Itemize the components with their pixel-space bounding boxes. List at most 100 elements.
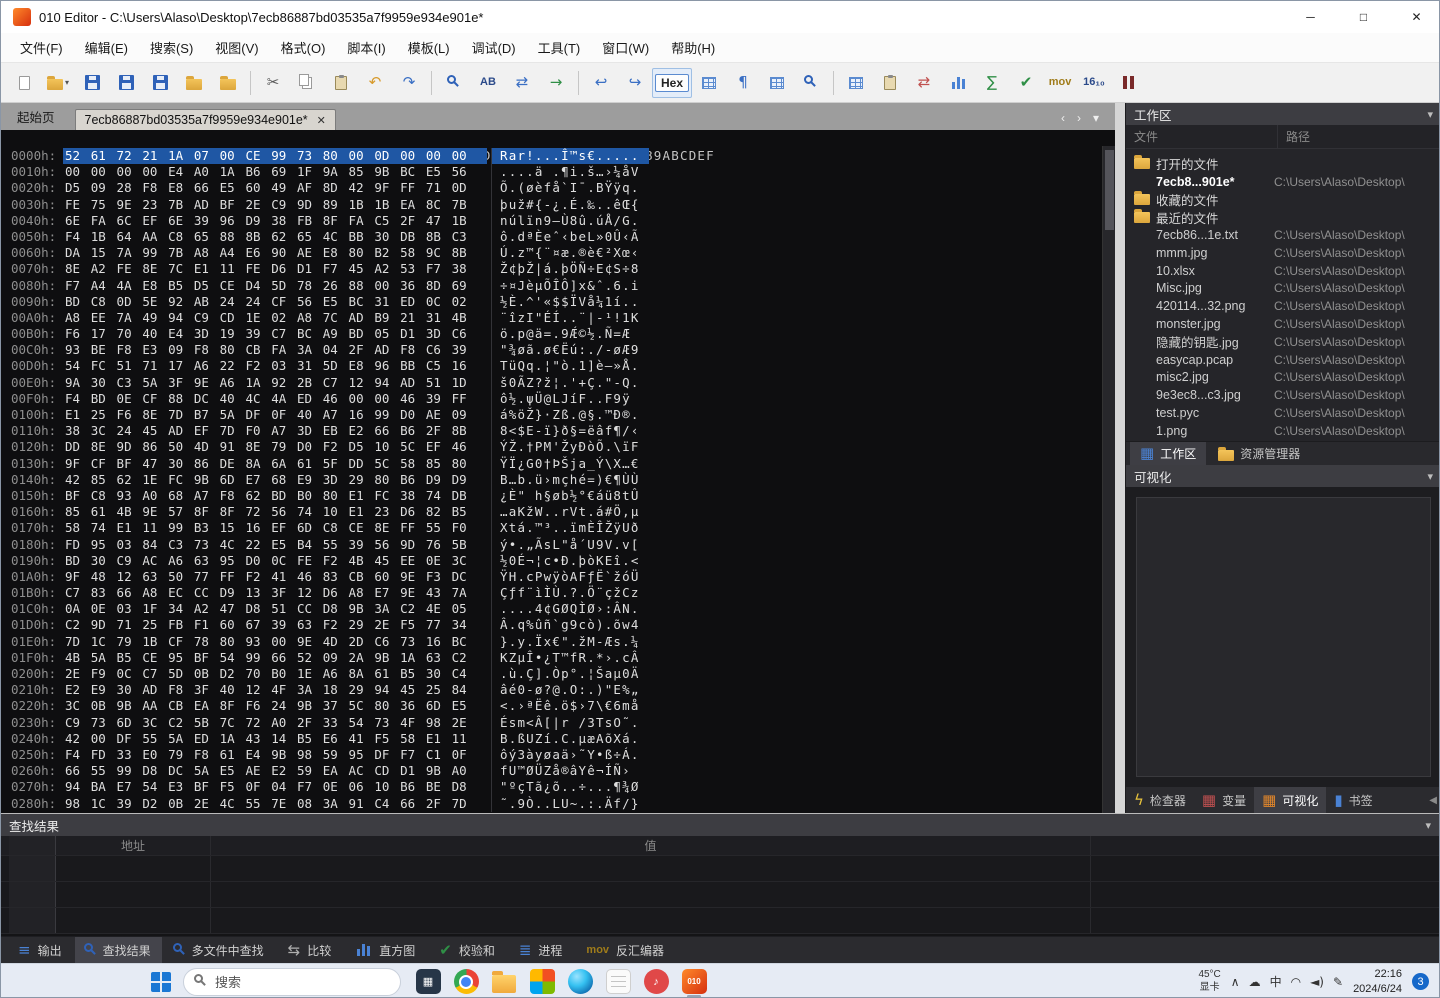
hex-bytes[interactable]: C2 9D 71 25 FB F1 60 67 39 63 F2 29 2E F… — [63, 617, 487, 633]
hidden-icons-chevron[interactable]: ∧ — [1231, 975, 1240, 989]
notification-badge[interactable]: 3 — [1412, 973, 1429, 990]
workspace-file-filter[interactable]: 文件 — [1126, 125, 1278, 148]
hex-ascii[interactable]: âé0-ø?@.O:.)"E%„ — [491, 682, 649, 699]
pause-icon[interactable] — [1111, 68, 1145, 98]
hex-mode-button[interactable]: Hex — [652, 67, 693, 98]
hex-ascii[interactable]: ˜.9Ò..LU~.:.Äf/} — [491, 795, 649, 812]
taskbar-010editor-icon[interactable]: 010 — [679, 965, 709, 998]
tab-find-results[interactable]: 查找结果 — [74, 937, 162, 963]
hex-bytes[interactable]: 85 61 4B 9E 57 8F 8F 72 56 74 10 E1 23 D… — [63, 504, 487, 520]
hex-ascii[interactable]: ....4¢GØQÌØ›:ÂN. — [491, 601, 649, 618]
hex-bytes[interactable]: BD 30 C9 AC A6 63 95 D0 0C FE F2 4B 45 E… — [63, 553, 487, 569]
hex-ascii[interactable]: <.›ªËê.ö$›7\€6må — [491, 698, 649, 715]
tab-compare[interactable]: ⇆ 比较 — [277, 937, 343, 963]
menu-script[interactable]: 脚本(I) — [336, 38, 396, 57]
validate-icon[interactable]: ✔ — [1009, 68, 1043, 98]
tab-nav-next[interactable]: › — [1077, 111, 1081, 125]
menu-format[interactable]: 格式(O) — [270, 38, 337, 57]
workspace-section[interactable]: 收藏的文件 — [1126, 190, 1439, 209]
hex-bytes[interactable]: FD 95 03 84 C3 73 4C 22 E5 B4 55 39 56 9… — [63, 537, 487, 553]
workspace-section[interactable]: 最近的文件 — [1126, 208, 1439, 226]
hex-ascii[interactable]: Â.q%ûñ`g9cò).õw4 — [491, 617, 649, 634]
hex-bytes[interactable]: BD C8 0D 5E 92 AB 24 24 CF 56 E5 BC 31 E… — [63, 294, 487, 310]
hex-bytes[interactable]: F6 17 70 40 E4 3D 19 39 C7 BC A9 BD 05 D… — [63, 326, 487, 342]
hex-ascii[interactable]: ¿È" h§øb½°€áü8tÛ — [491, 487, 649, 505]
hex-ascii[interactable]: Xtá.™³..ïmÈÎŽÿUð — [491, 520, 649, 537]
import-file-icon[interactable] — [177, 68, 211, 98]
hex-bytes[interactable]: 8E A2 FE 8E 7C E1 11 FE D6 D1 F7 45 A2 5… — [63, 261, 487, 277]
tab-process[interactable]: ≣ 进程 — [508, 937, 574, 963]
hex-bytes[interactable]: 66 55 99 D8 DC 5A E5 AE E2 59 EA AC CD D… — [63, 763, 487, 779]
disassembly-button[interactable]: mov — [1043, 68, 1077, 98]
panel-splitter[interactable] — [1115, 103, 1125, 813]
hex-bytes[interactable]: F4 1B 64 AA C8 65 88 8B 62 65 4C BB 30 D… — [63, 229, 487, 245]
menu-file[interactable]: 文件(F) — [9, 38, 74, 57]
hex-ascii[interactable]: Çƒf¨ìÌÙ.?.Ö¨çžCz — [491, 585, 649, 602]
hex-bytes[interactable]: C7 83 66 A8 EC CC D9 13 3F 12 D6 A8 E7 9… — [63, 585, 487, 601]
hex-ascii[interactable]: "ºçTã¿õ..÷...¶¾Ø — [491, 779, 649, 796]
hex-bytes[interactable]: F4 FD 33 E0 79 F8 61 E4 9B 98 59 95 DF F… — [63, 747, 487, 763]
find-icon[interactable] — [437, 68, 471, 98]
chevron-down-icon[interactable]: ▾ — [1425, 819, 1431, 832]
clipboard-data-icon[interactable] — [873, 68, 907, 98]
redo-icon[interactable]: ↷ — [392, 68, 426, 98]
hex-ascii[interactable]: ŸÏ¿G0†ÞŠja_Ý\X…€ — [491, 455, 649, 472]
taskbar-notepad-icon[interactable] — [603, 965, 633, 998]
hex-ascii[interactable]: ôý3àyøaä›˜Y•ß÷Á. — [491, 746, 649, 764]
tab-nav-prev[interactable]: ‹ — [1061, 111, 1065, 125]
hex-bytes[interactable]: DD 8E 9D 86 50 4D 91 8E 79 D0 F2 D5 10 5… — [63, 439, 487, 455]
tab-bookmarks[interactable]: ▮ 书签 — [1326, 787, 1380, 813]
menu-search[interactable]: 搜索(S) — [139, 38, 204, 57]
hex-bytes[interactable]: 98 1C 39 D2 0B 2E 4C 55 7E 08 3A 91 C4 6… — [63, 796, 487, 812]
hex-ascii[interactable]: Ž¢þŽ|á.þÖÑ÷E¢S÷8 — [491, 261, 649, 278]
hex-ascii[interactable]: }.y.Ïx€".žM-Æs.¼ — [491, 633, 649, 650]
histogram-icon[interactable] — [941, 68, 975, 98]
taskbar-edge-icon[interactable] — [565, 965, 595, 998]
tab-output[interactable]: ≡ 输出 — [7, 937, 73, 963]
workspace-file-row[interactable]: Misc.jpg C:\Users\Alaso\Desktop\ — [1126, 280, 1439, 298]
hex-bytes[interactable]: 38 3C 24 45 AD EF 7D F0 A7 3D EB E2 66 B… — [63, 423, 487, 439]
save-all-icon[interactable] — [143, 68, 177, 98]
hex-bytes[interactable]: 6E FA 6C EF 6E 39 96 D9 38 FB 8F FA C5 2… — [63, 213, 487, 229]
columns-icon[interactable] — [760, 68, 794, 98]
hex-bytes[interactable]: 7D 1C 79 1B CF 78 80 93 00 9E 4D 2D C6 7… — [63, 634, 487, 650]
hex-bytes[interactable]: 93 BE F8 E3 09 F8 80 CB FA 3A 04 2F AD F… — [63, 342, 487, 358]
hex-ascii[interactable]: Õ.(øèfå`I¯.BŸÿq. — [491, 180, 649, 197]
hex-ascii[interactable]: ô½.ψÜ@LJíF..F9ÿ — [491, 390, 649, 408]
workspace-file-row[interactable]: 7ecb86...1e.txt C:\Users\Alaso\Desktop\ — [1126, 226, 1439, 244]
cut-icon[interactable]: ✂ — [256, 68, 290, 98]
checksum-icon[interactable]: ∑ — [975, 68, 1009, 98]
hex-ascii[interactable]: fU™ØÜZå®âYê¬ÍÑ› — [491, 763, 649, 780]
hex-bytes[interactable]: 58 74 E1 11 99 B3 15 16 EF 6D C8 CE 8E F… — [63, 520, 487, 536]
whitespace-icon[interactable]: ¶ — [726, 68, 760, 98]
hex-ascii[interactable]: ....ä .¶i.š…›¼åV — [491, 164, 649, 181]
menu-template[interactable]: 模板(L) — [397, 38, 461, 57]
jump-forward-icon[interactable]: ↪ — [618, 68, 652, 98]
hex-bytes[interactable]: 00 00 00 00 E4 A0 1A B6 69 1F 9A 85 9B B… — [63, 164, 487, 180]
wifi-icon[interactable]: ◠ — [1291, 975, 1301, 989]
scrollbar-thumb[interactable] — [1105, 150, 1114, 230]
hex-ascii[interactable]: ý•.„ÃsL"å´U9V.v[ — [491, 536, 649, 553]
tab-disassembler[interactable]: mov 反汇编器 — [575, 937, 675, 963]
menu-debug[interactable]: 调试(D) — [461, 38, 527, 57]
workspace-file-row[interactable]: 7ecb8...901e* C:\Users\Alaso\Desktop\ — [1126, 173, 1439, 191]
gpu-temp-indicator[interactable]: 45°C 显卡 — [1198, 969, 1220, 994]
open-file-icon[interactable]: ▾ — [41, 68, 75, 98]
menu-window[interactable]: 窗口(W) — [591, 38, 660, 57]
hex-ascii[interactable]: ÝŽ.†PM'ŽyÐòÕ.\ïF — [491, 439, 649, 456]
hex-ascii[interactable]: ÷¤JèµÕÎÔ]x&ˆ.6.i — [491, 277, 649, 294]
tab-checksum[interactable]: ✔ 校验和 — [428, 937, 506, 963]
save-icon[interactable] — [75, 68, 109, 98]
chevron-down-icon[interactable]: ▾ — [1427, 108, 1433, 121]
hex-bytes[interactable]: 9F 48 12 63 50 77 FF F2 41 46 83 CB 60 9… — [63, 569, 487, 585]
find-results-value-header[interactable]: 值 — [211, 836, 1091, 855]
minimize-button[interactable]: ─ — [1288, 1, 1333, 33]
hex-ascii[interactable]: 8<$E-ï}ð§=ëâf¶/‹ — [491, 423, 649, 440]
workspace-file-row[interactable]: misc2.jpg C:\Users\Alaso\Desktop\ — [1126, 369, 1439, 387]
workspace-file-row[interactable]: monster.jpg C:\Users\Alaso\Desktop\ — [1126, 315, 1439, 333]
hex-bytes[interactable]: BF C8 93 A0 68 A7 F8 62 BD B0 80 E1 FC 3… — [63, 488, 487, 504]
hex-bytes[interactable]: 0A 0E 03 1F 34 A2 47 D8 51 CC D8 9B 3A C… — [63, 601, 487, 617]
hex-ascii[interactable]: "¾øã.ø€Ëú:./-øÆ9 — [491, 342, 649, 359]
hex-ascii[interactable]: Ésm<Â[|r /3TsO˜. — [491, 714, 649, 731]
tab-explorer[interactable]: 资源管理器 — [1208, 442, 1310, 465]
